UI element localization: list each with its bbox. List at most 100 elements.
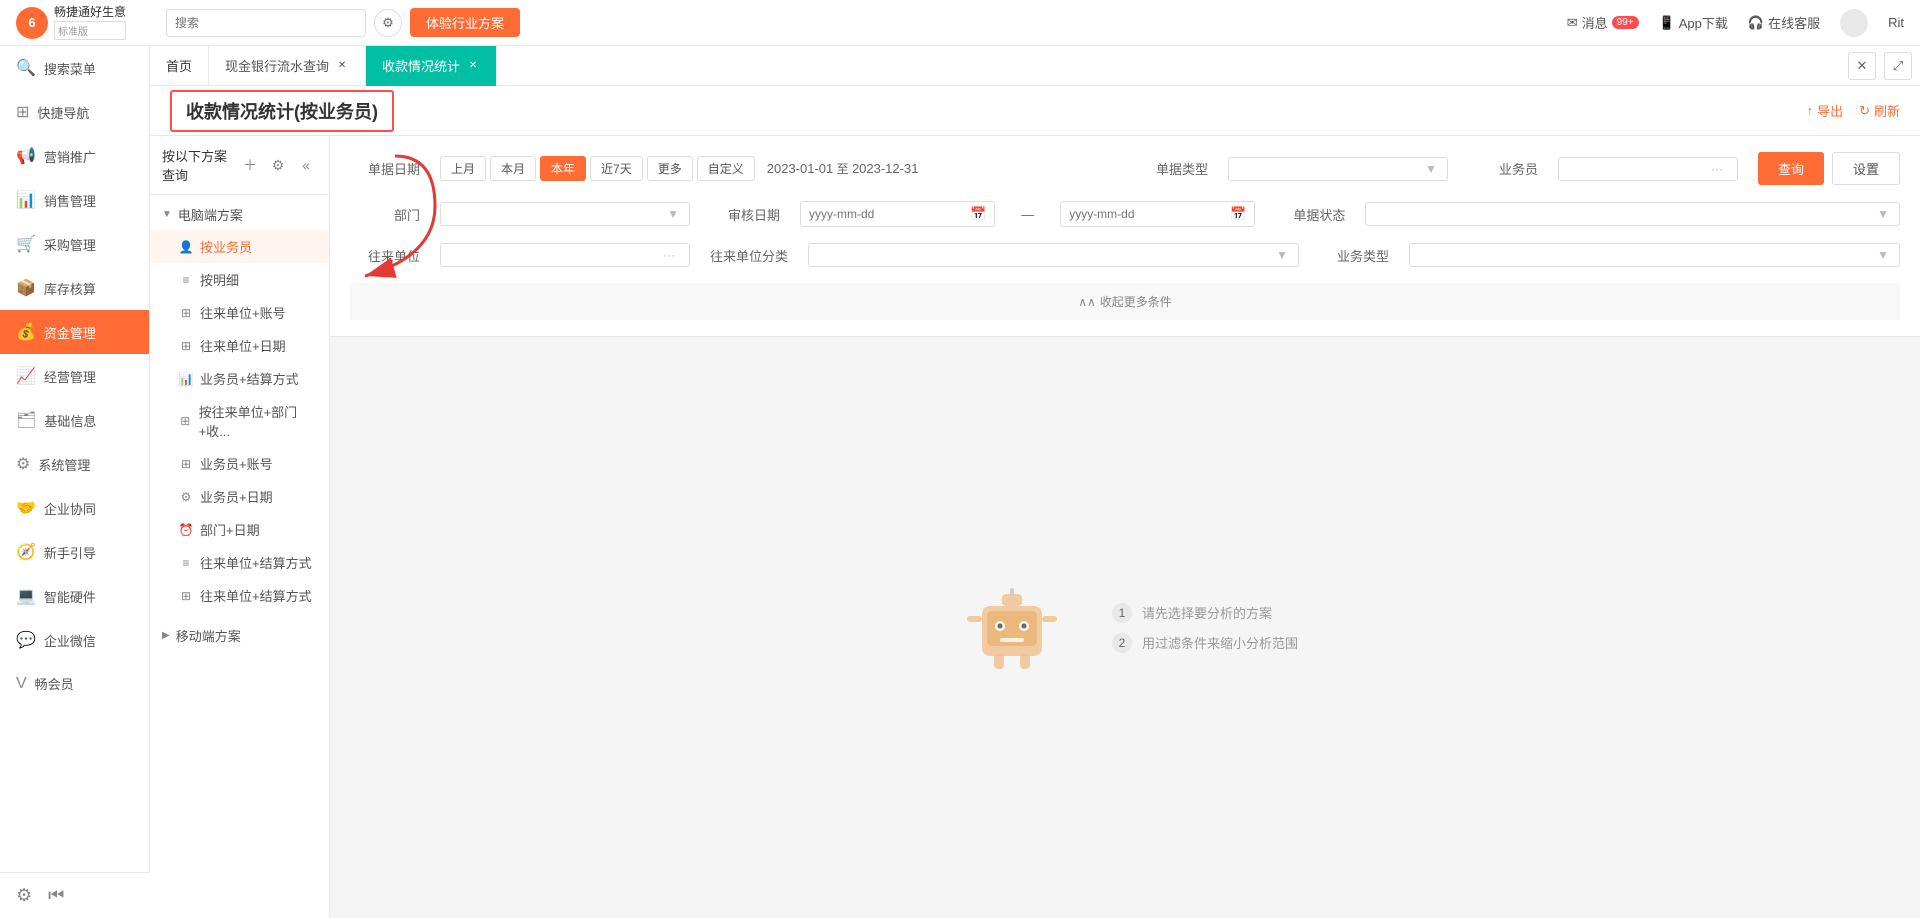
refresh-button[interactable]: ↻ 刷新 — [1859, 101, 1900, 120]
collapse-sidebar-icon[interactable]: ⏮ — [48, 885, 64, 906]
collapse-more-bar[interactable]: ∧∧ 收起更多条件 — [350, 283, 1900, 320]
sidebar-item-finance[interactable]: 💰 资金管理 — [0, 310, 149, 354]
app-download-item[interactable]: 📱 App下载 — [1659, 13, 1728, 32]
header-search-area: ⚙ 体验行业方案 — [166, 8, 1567, 37]
laptop-icon: 💻 — [16, 586, 36, 606]
last-7-days-button[interactable]: 近7天 — [590, 156, 643, 181]
sidebar-label: 资金管理 — [44, 323, 96, 342]
collapse-label: 收起更多条件 — [1100, 293, 1172, 310]
scheme-group-pc-label: 电脑端方案 — [178, 205, 243, 224]
main-content: 首页 现金银行流水查询 ✕ 收款情况统计 ✕ ✕ ⤢ 收款情况统计(按业务员) … — [150, 46, 1920, 918]
scheme-header: 按以下方案查询 ＋ ⚙ « — [150, 136, 329, 195]
scheme-settings-icon[interactable]: ⚙ — [267, 154, 289, 176]
settings-icon[interactable]: ⚙ — [374, 9, 402, 37]
export-label: 导出 — [1817, 101, 1843, 120]
sidebar-item-member[interactable]: V 畅会员 — [0, 662, 149, 705]
date-range-text: 2023-01-01 至 2023-12-31 — [767, 160, 919, 177]
set-button[interactable]: 设置 — [1832, 152, 1900, 185]
tab-bar-right: ✕ ⤢ — [1848, 52, 1920, 80]
this-year-button[interactable]: 本年 — [540, 156, 586, 181]
scheme-item-counterparty-settlement2[interactable]: ⊞ 往来单位+结算方式 — [150, 579, 329, 612]
scheme-group-pc-header[interactable]: ▼ 电脑端方案 — [150, 199, 329, 230]
online-service-item[interactable]: 🎧 在线客服 — [1748, 13, 1820, 32]
tab-home[interactable]: 首页 — [150, 46, 209, 86]
scheme-item-dept-date[interactable]: ⏰ 部门+日期 — [150, 513, 329, 546]
tab-restore-btn[interactable]: ⤢ — [1884, 52, 1912, 80]
scheme-group-mobile-header[interactable]: ▶ 移动端方案 — [150, 620, 329, 651]
scheme-item-salesperson-date[interactable]: ⚙ 业务员+日期 — [150, 480, 329, 513]
this-month-button[interactable]: 本月 — [490, 156, 536, 181]
date-quick-buttons: 上月 本月 本年 近7天 更多 自定义 — [440, 156, 755, 181]
tab-receipt-stats-close[interactable]: ✕ — [466, 59, 480, 73]
sidebar-item-guide[interactable]: 🧭 新手引导 — [0, 530, 149, 574]
sidebar-item-wechat[interactable]: 💬 企业微信 — [0, 618, 149, 662]
settings-bottom-icon[interactable]: ⚙ — [16, 885, 32, 906]
tab-bar: 首页 现金银行流水查询 ✕ 收款情况统计 ✕ ✕ ⤢ — [150, 46, 1920, 86]
search-input[interactable] — [166, 9, 366, 37]
sidebar-label: 经营管理 — [44, 367, 96, 386]
scheme-item-salesperson-settlement[interactable]: 📊 业务员+结算方式 — [150, 362, 329, 395]
scheme-item-counterparty-dept[interactable]: ⊞ 按往来单位+部门+收... — [150, 395, 329, 447]
dept-select[interactable]: ▼ — [440, 202, 690, 226]
user-avatar[interactable] — [1840, 9, 1868, 37]
chevron-down-icon: ▼ — [1877, 248, 1889, 262]
scheme-item-label: 往来单位+账号 — [200, 303, 286, 322]
counterparty-type-select[interactable]: ▼ — [808, 243, 1299, 267]
scheme-item-salesperson-account[interactable]: ⊞ 业务员+账号 — [150, 447, 329, 480]
salesperson-select[interactable]: ··· — [1558, 157, 1738, 181]
export-button[interactable]: ↑ 导出 — [1807, 101, 1844, 120]
business-type-label: 业务类型 — [1319, 246, 1389, 265]
sidebar-item-hardware[interactable]: 💻 智能硬件 — [0, 574, 149, 618]
scheme-item-by-detail[interactable]: ≡ 按明细 — [150, 263, 329, 296]
last-month-button[interactable]: 上月 — [440, 156, 486, 181]
sidebar-bottom: ⚙ ⏮ — [0, 872, 150, 918]
review-date-from-input[interactable] — [809, 207, 964, 221]
trial-solution-button[interactable]: 体验行业方案 — [410, 8, 520, 37]
sidebar-item-search-menu[interactable]: 🔍 搜索菜单 — [0, 46, 149, 90]
sidebar-item-inventory[interactable]: 📦 库存核算 — [0, 266, 149, 310]
sidebar-item-purchase[interactable]: 🛒 采购管理 — [0, 222, 149, 266]
online-service-label: 在线客服 — [1768, 13, 1820, 32]
query-button[interactable]: 查询 — [1758, 152, 1824, 185]
message-item[interactable]: ✉ 消息 99+ — [1567, 13, 1639, 32]
doc-type-select[interactable]: ▼ — [1228, 157, 1448, 181]
tab-close-all-btn[interactable]: ✕ — [1848, 52, 1876, 80]
scheme-item-counterparty-date[interactable]: ⊞ 往来单位+日期 — [150, 329, 329, 362]
scheme-item-label: 业务员+日期 — [200, 487, 273, 506]
counterparty-select[interactable]: ··· — [440, 243, 690, 267]
sidebar-item-enterprise[interactable]: 🤝 企业协同 — [0, 486, 149, 530]
page-title-box: 收款情况统计(按业务员) — [170, 90, 394, 132]
filter-row-1: 单据日期 上月 本月 本年 近7天 更多 自定义 2023-01-01 至 20… — [350, 152, 1900, 185]
sidebar-item-sales[interactable]: 📊 销售管理 — [0, 178, 149, 222]
grid-icon: ⊞ — [178, 413, 193, 429]
review-date-to-input[interactable] — [1069, 207, 1224, 221]
sidebar-label: 库存核算 — [44, 279, 96, 298]
sidebar-item-basic[interactable]: 🗂 基础信息 — [0, 398, 149, 442]
user-name[interactable]: Rit — [1888, 15, 1904, 30]
sidebar-item-system[interactable]: ⚙ 系统管理 — [0, 442, 149, 486]
business-type-select[interactable]: ▼ — [1409, 243, 1900, 267]
sidebar-label: 搜索菜单 — [44, 59, 96, 78]
dots-btn[interactable]: ··· — [659, 248, 679, 262]
more-button[interactable]: 更多 — [647, 156, 693, 181]
tab-bank-flow-close[interactable]: ✕ — [335, 59, 349, 73]
scheme-item-counterparty-settlement1[interactable]: ≡ 往来单位+结算方式 — [150, 546, 329, 579]
sidebar-item-quick-nav[interactable]: ⊞ 快捷导航 — [0, 90, 149, 134]
more-dots-btn[interactable]: ··· — [1707, 162, 1727, 176]
collapse-icon: ∧∧ — [1078, 295, 1096, 309]
doc-status-select[interactable]: ▼ — [1365, 202, 1900, 226]
sidebar-item-marketing[interactable]: 📢 营销推广 — [0, 134, 149, 178]
add-scheme-button[interactable]: ＋ — [239, 154, 261, 176]
collapse-scheme-button[interactable]: « — [295, 154, 317, 176]
scheme-item-counterparty-account[interactable]: ⊞ 往来单位+账号 — [150, 296, 329, 329]
review-date-from[interactable]: 📅 — [800, 201, 995, 227]
custom-button[interactable]: 自定义 — [697, 156, 755, 181]
header-right: ✉ 消息 99+ 📱 App下载 🎧 在线客服 Rit — [1567, 9, 1904, 37]
tab-bank-flow[interactable]: 现金银行流水查询 ✕ — [209, 46, 366, 86]
calendar-icon: 📅 — [970, 206, 986, 222]
review-date-to[interactable]: 📅 — [1060, 201, 1255, 227]
sidebar-label: 畅会员 — [35, 674, 74, 693]
sidebar-item-operation[interactable]: 📈 经营管理 — [0, 354, 149, 398]
tab-receipt-stats[interactable]: 收款情况统计 ✕ — [366, 46, 497, 86]
scheme-item-by-salesperson[interactable]: 👤 按业务员 — [150, 230, 329, 263]
